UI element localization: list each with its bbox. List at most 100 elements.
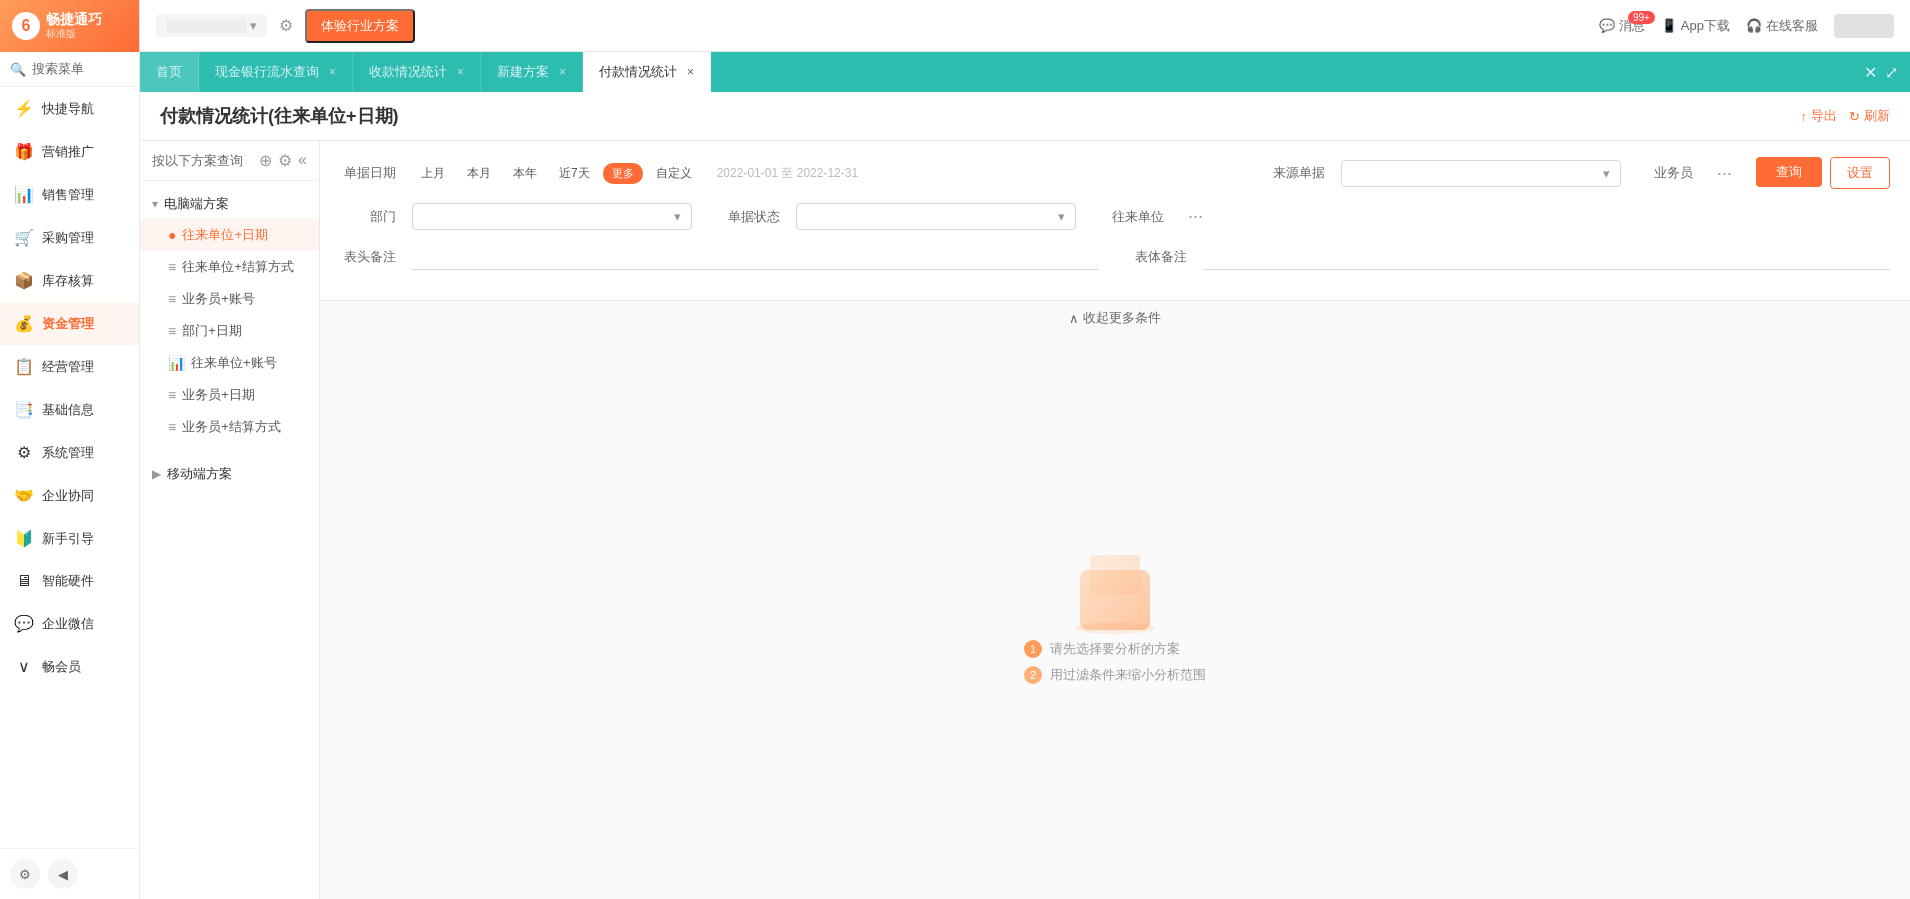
query-button[interactable]: 查询 <box>1756 157 1822 187</box>
pc-group-header[interactable]: ▾ 电脑端方案 <box>140 189 319 219</box>
tab-label: 首页 <box>156 63 182 81</box>
sidebar-item-label: 快捷导航 <box>42 100 94 118</box>
fullscreen-icon[interactable]: ⤢ <box>1885 63 1898 82</box>
sidebar-item-inventory[interactable]: 📦 库存核算 <box>0 259 139 302</box>
sidebar-item-finance[interactable]: 💰 资金管理 <box>0 302 139 345</box>
tab-label: 新建方案 <box>497 63 549 81</box>
export-button[interactable]: ↑ 导出 <box>1801 107 1838 125</box>
sidebar-item-label: 采购管理 <box>42 229 94 247</box>
scheme-item-label: 往来单位+结算方式 <box>182 258 294 276</box>
sidebar-item-member[interactable]: ∨ 畅会员 <box>0 645 139 688</box>
sidebar-item-marketing[interactable]: 🎁 营销推广 <box>0 130 139 173</box>
tab-payment-stats[interactable]: 付款情况统计 × <box>583 52 711 92</box>
filter-row-2: 部门 ▾ 单据状态 ▾ 往来单位 ··· <box>340 203 1890 230</box>
last-7days-btn[interactable]: 近7天 <box>550 161 599 186</box>
more-date-btn[interactable]: 更多 <box>603 163 643 184</box>
collapse-scheme-icon[interactable]: « <box>298 151 307 170</box>
search-menu[interactable]: 🔍 搜索菜单 <box>0 52 139 87</box>
scheme-item-salesman-date[interactable]: ≡ 业务员+日期 <box>140 379 319 411</box>
tab-new-scheme[interactable]: 新建方案 × <box>481 52 583 92</box>
scheme-item-partner-account[interactable]: 📊 往来单位+账号 <box>140 347 319 379</box>
sidebar-item-quick-nav[interactable]: ⚡ 快捷导航 <box>0 87 139 130</box>
tab-label: 付款情况统计 <box>599 63 677 81</box>
sidebar-item-wechat[interactable]: 💬 企业微信 <box>0 602 139 645</box>
sidebar-item-sales[interactable]: 📊 销售管理 <box>0 173 139 216</box>
body-note-input[interactable] <box>1203 244 1890 270</box>
current-year-btn[interactable]: 本年 <box>504 161 546 186</box>
settings-icon[interactable]: ⚙ <box>279 16 293 35</box>
finance-icon: 💰 <box>14 314 34 333</box>
sidebar-item-guide[interactable]: 🔰 新手引导 <box>0 517 139 560</box>
tab-close-icon[interactable]: × <box>329 65 336 79</box>
sidebar-item-label: 销售管理 <box>42 186 94 204</box>
sidebar-item-basic-info[interactable]: 📑 基础信息 <box>0 388 139 431</box>
scheme-item-label: 业务员+结算方式 <box>182 418 281 436</box>
partner-more-btn[interactable]: ··· <box>1180 206 1211 227</box>
message-button[interactable]: 💬 消息 99+ <box>1599 17 1645 35</box>
member-icon: ∨ <box>14 657 34 676</box>
sidebar-item-hardware[interactable]: 🖥 智能硬件 <box>0 560 139 602</box>
company-select[interactable]: ▾ <box>156 14 267 37</box>
settings-button[interactable]: 设置 <box>1830 157 1890 189</box>
add-scheme-button[interactable]: ⊕ <box>259 151 272 170</box>
settings-footer-button[interactable]: ⚙ <box>10 859 40 889</box>
app-download-button[interactable]: 📱 App下载 <box>1661 17 1730 35</box>
scheme-item-salesman-settlement[interactable]: ≡ 业务员+结算方式 <box>140 411 319 443</box>
logo-name: 畅捷通巧 <box>46 11 102 28</box>
scheme-item-partner-date[interactable]: ● 往来单位+日期 <box>140 219 319 251</box>
dept-select[interactable]: ▾ <box>412 203 692 230</box>
sidebar-item-label: 基础信息 <box>42 401 94 419</box>
message-badge: 99+ <box>1628 11 1655 24</box>
sidebar-nav: ⚡ 快捷导航 🎁 营销推广 📊 销售管理 🛒 采购管理 📦 库存核算 💰 资金管… <box>0 87 139 848</box>
scheme-icon: ≡ <box>168 387 176 403</box>
tab-receipt-stats[interactable]: 收款情况统计 × <box>353 52 481 92</box>
scheme-icon: ≡ <box>168 259 176 275</box>
salesman-more-btn[interactable]: ··· <box>1709 163 1740 184</box>
chevron-down-icon: ▾ <box>674 209 681 224</box>
current-month-btn[interactable]: 本月 <box>458 161 500 186</box>
sidebar-item-system[interactable]: ⚙ 系统管理 <box>0 431 139 474</box>
chevron-down-icon: ▾ <box>152 197 158 211</box>
custom-btn[interactable]: 自定义 <box>647 161 701 186</box>
scheme-item-dept-date[interactable]: ≡ 部门+日期 <box>140 315 319 347</box>
purchase-icon: 🛒 <box>14 228 34 247</box>
collapse-sidebar-button[interactable]: ◀ <box>48 859 78 889</box>
inventory-icon: 📦 <box>14 271 34 290</box>
salesman-label: 业务员 <box>1637 164 1693 182</box>
close-tab-icon[interactable]: ✕ <box>1864 63 1877 82</box>
tab-home[interactable]: 首页 <box>140 52 199 92</box>
mobile-group-header[interactable]: ▶ 移动端方案 <box>140 459 319 489</box>
filter-row-1: 单据日期 上月 本月 本年 近7天 更多 自定义 2022-01-01 至 20… <box>340 157 1890 189</box>
online-service-button[interactable]: 🎧 在线客服 <box>1746 17 1818 35</box>
trial-button[interactable]: 体验行业方案 <box>305 9 415 43</box>
refresh-button[interactable]: ↻ 刷新 <box>1849 107 1890 125</box>
source-select[interactable]: ▾ <box>1341 160 1621 187</box>
sidebar-item-label: 库存核算 <box>42 272 94 290</box>
scheme-item-partner-settlement[interactable]: ≡ 往来单位+结算方式 <box>140 251 319 283</box>
last-month-btn[interactable]: 上月 <box>412 161 454 186</box>
status-select[interactable]: ▾ <box>796 203 1076 230</box>
page-header: 付款情况统计(往来单位+日期) ↑ 导出 ↻ 刷新 <box>140 92 1910 141</box>
page: 付款情况统计(往来单位+日期) ↑ 导出 ↻ 刷新 按以下方案查询 ⊕ <box>140 92 1910 899</box>
tab-close-icon[interactable]: × <box>457 65 464 79</box>
sidebar-item-label: 新手引导 <box>42 530 94 548</box>
sidebar-item-label: 经营管理 <box>42 358 94 376</box>
user-avatar[interactable] <box>1834 14 1894 38</box>
collapse-conditions-button[interactable]: ∧ 收起更多条件 <box>320 300 1910 335</box>
sidebar-item-purchase[interactable]: 🛒 采购管理 <box>0 216 139 259</box>
quick-nav-icon: ⚡ <box>14 99 34 118</box>
tab-bank-flow[interactable]: 现金银行流水查询 × <box>199 52 353 92</box>
sidebar-item-cooperation[interactable]: 🤝 企业协同 <box>0 474 139 517</box>
scheme-icon: ≡ <box>168 419 176 435</box>
sidebar-item-operation[interactable]: 📋 经营管理 <box>0 345 139 388</box>
scheme-settings-icon[interactable]: ⚙ <box>278 151 292 170</box>
scheme-item-salesman-account[interactable]: ≡ 业务员+账号 <box>140 283 319 315</box>
filter-form: 单据日期 上月 本月 本年 近7天 更多 自定义 2022-01-01 至 20… <box>320 141 1910 300</box>
tab-close-icon[interactable]: × <box>687 65 694 79</box>
scheme-item-label: 业务员+日期 <box>182 386 255 404</box>
header-note-input[interactable] <box>412 244 1099 270</box>
tabbar: 首页 现金银行流水查询 × 收款情况统计 × 新建方案 × 付款情况统计 × ✕… <box>140 52 1910 92</box>
date-label: 单据日期 <box>340 164 396 182</box>
empty-text: 1 请先选择要分析的方案 2 用过滤条件来缩小分析范围 <box>1024 640 1206 684</box>
tab-close-icon[interactable]: × <box>559 65 566 79</box>
